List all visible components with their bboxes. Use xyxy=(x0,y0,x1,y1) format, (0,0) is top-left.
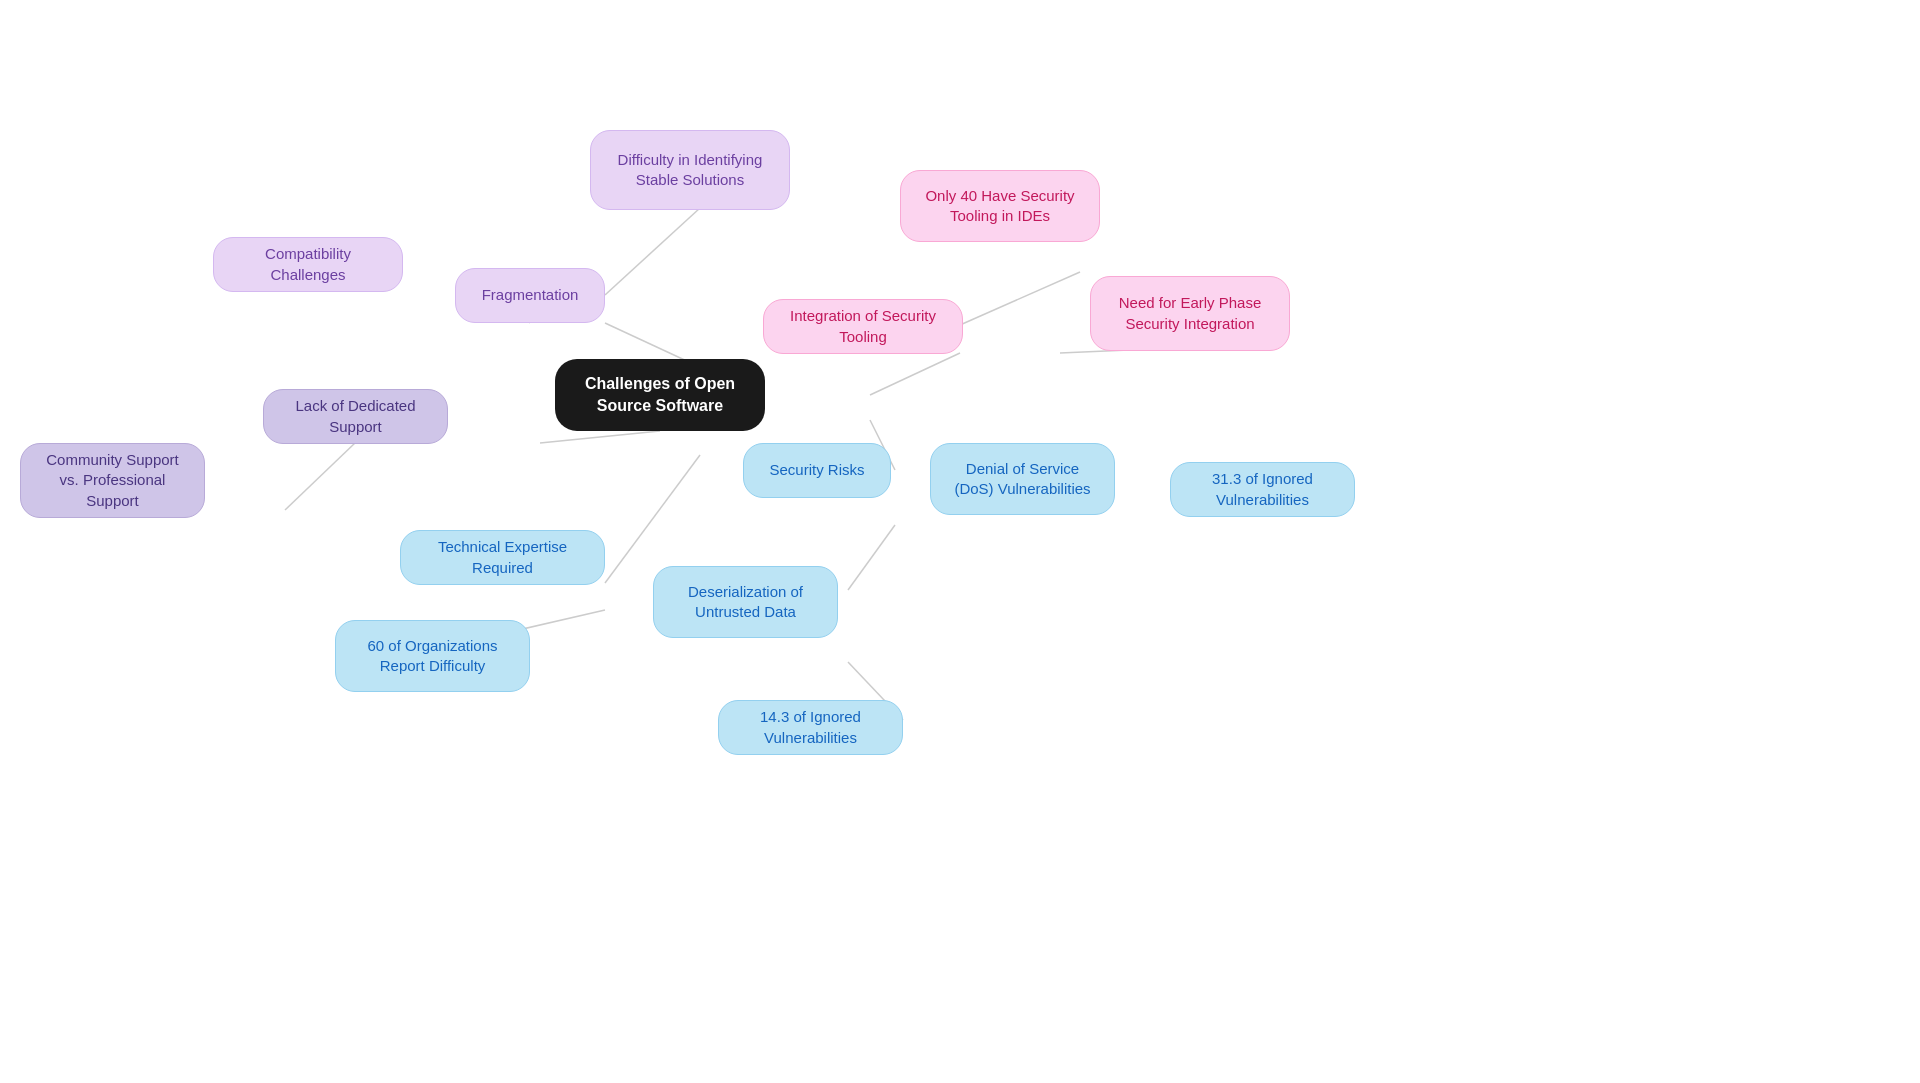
fragmentation-node: Fragmentation xyxy=(455,268,605,323)
security-risks-node: Security Risks xyxy=(743,443,891,498)
svg-line-1 xyxy=(605,208,700,295)
ignored31-node: 31.3 of Ignored Vulnerabilities xyxy=(1170,462,1355,517)
dos-vuln-node: Denial of Service (DoS) Vulnerabilities xyxy=(930,443,1115,515)
svg-line-5 xyxy=(605,455,700,583)
center-node: Challenges of Open Source Software xyxy=(555,359,765,431)
difficulty-stable-node: Difficulty in Identifying Stable Solutio… xyxy=(590,130,790,210)
svg-line-8 xyxy=(960,272,1080,325)
deserialization-node: Deserialization of Untrusted Data xyxy=(653,566,838,638)
community-support-node: Community Support vs. Professional Suppo… xyxy=(20,443,205,518)
svg-line-3 xyxy=(540,431,660,443)
only40-node: Only 40 Have Security Tooling in IDEs xyxy=(900,170,1100,242)
svg-line-4 xyxy=(285,443,355,510)
svg-line-13 xyxy=(848,525,895,590)
lack-support-node: Lack of Dedicated Support xyxy=(263,389,448,444)
org-difficulty-node: 60 of Organizations Report Difficulty xyxy=(335,620,530,692)
integration-security-node: Integration of Security Tooling xyxy=(763,299,963,354)
tech-expertise-node: Technical Expertise Required xyxy=(400,530,605,585)
svg-line-7 xyxy=(870,353,960,395)
early-phase-node: Need for Early Phase Security Integratio… xyxy=(1090,276,1290,351)
ignored14-node: 14.3 of Ignored Vulnerabilities xyxy=(718,700,903,755)
compatibility-node: Compatibility Challenges xyxy=(213,237,403,292)
